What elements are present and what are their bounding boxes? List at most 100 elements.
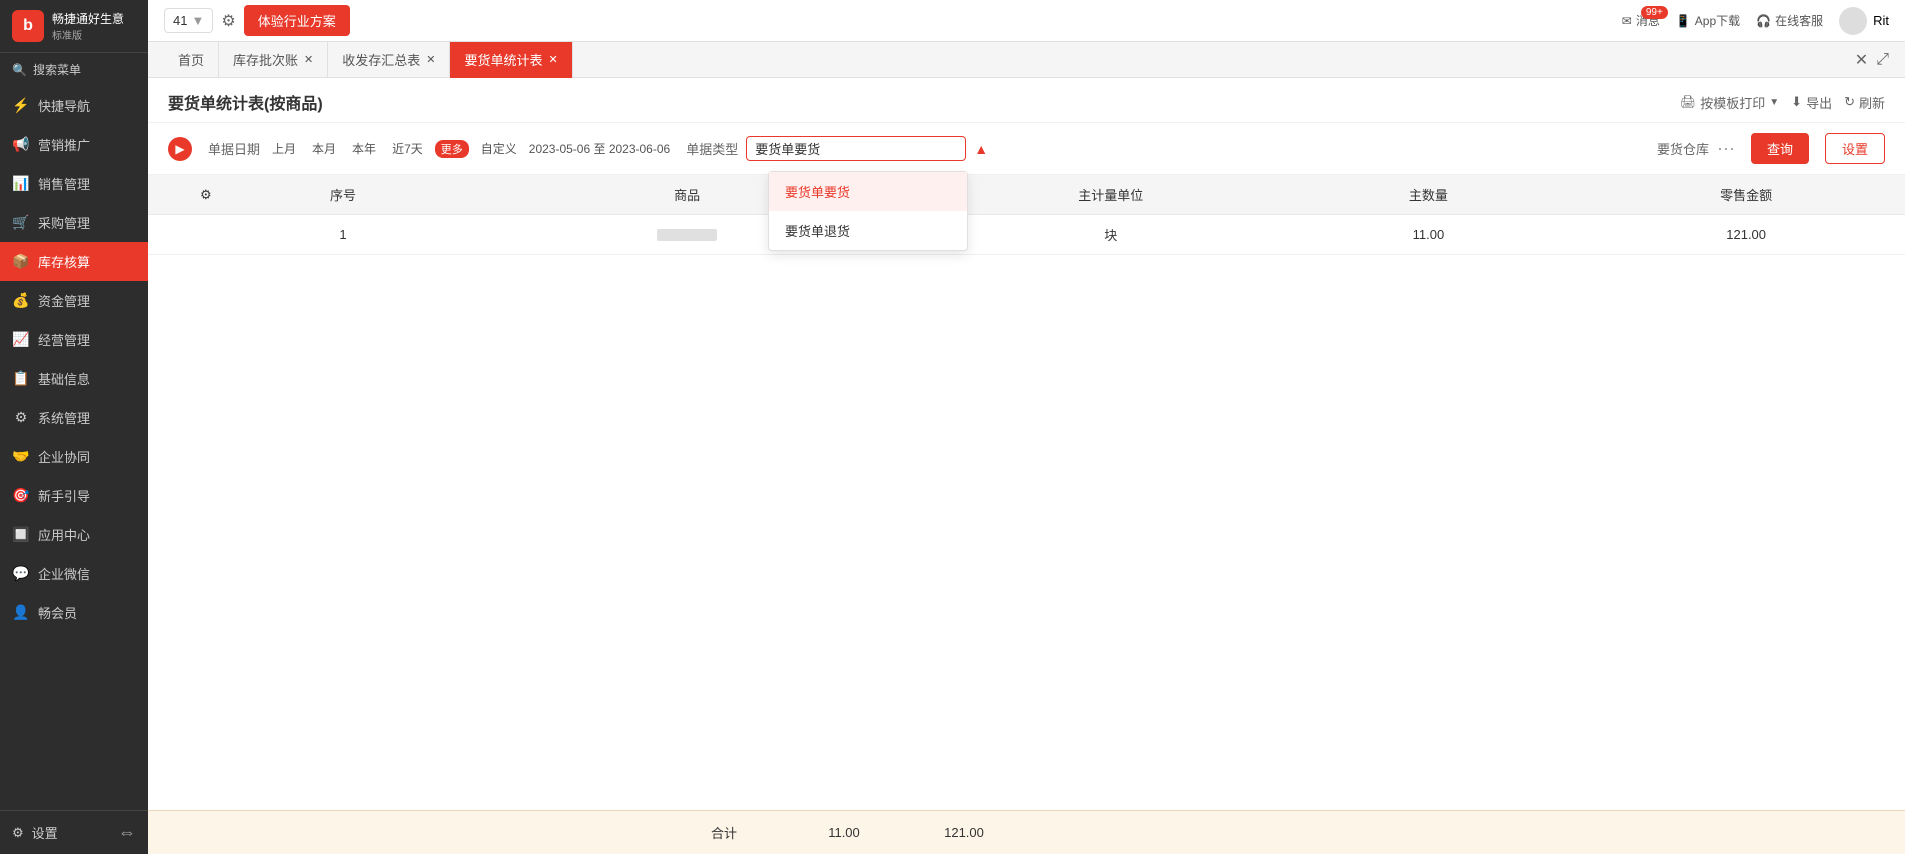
logo-text: 畅捷通好生意 标准版 xyxy=(52,10,124,42)
settings-button[interactable]: 设置 xyxy=(1825,133,1885,164)
row-qty: 11.00 xyxy=(1270,215,1588,255)
page-title: 要货单统计表(按商品) xyxy=(168,90,323,114)
sidebar-item-finance[interactable]: 💰 资金管理 xyxy=(0,281,148,320)
date-more-badge[interactable]: 更多 xyxy=(435,140,469,158)
chevron-down-icon: ▼ xyxy=(191,13,204,28)
quick-nav-icon: ⚡ xyxy=(12,97,30,115)
tab-expand-btn[interactable]: ⤢ xyxy=(1876,51,1889,69)
sidebar-item-system[interactable]: ⚙ 系统管理 xyxy=(0,398,148,437)
sidebar-item-quick-nav[interactable]: ⚡ 快捷导航 xyxy=(0,86,148,125)
page-header: 要货单统计表(按商品) 🖨 按模板打印 ▼ ⬇ 导出 ↻ 刷新 xyxy=(148,78,1905,123)
date-range-display: 2023-05-06 至 2023-06-06 xyxy=(529,140,670,157)
service-icon: 🎧 xyxy=(1756,14,1771,28)
content-area: 要货单统计表(按商品) 🖨 按模板打印 ▼ ⬇ 导出 ↻ 刷新 ▶ xyxy=(148,78,1905,854)
export-icon: ⬇ xyxy=(1791,94,1802,110)
refresh-icon: ↻ xyxy=(1844,94,1855,110)
sidebar-item-marketing[interactable]: 📢 营销推广 xyxy=(0,125,148,164)
type-dropdown: 要货单要货 要货单退货 xyxy=(768,171,968,251)
user-name: Rit xyxy=(1873,13,1889,28)
type-filter-input[interactable] xyxy=(746,136,966,161)
settings-gear-icon: ⚙ xyxy=(12,825,24,841)
print-btn[interactable]: 🖨 按模板打印 ▼ xyxy=(1680,93,1779,112)
tab-close-receive-summary[interactable]: ✕ xyxy=(426,53,435,66)
tabbar: 首页 库存批次账 ✕ 收发存汇总表 ✕ 要货单统计表 ✕ ✕ ⤢ xyxy=(148,42,1905,78)
print-chevron-icon: ▼ xyxy=(1769,97,1779,108)
sales-icon: 📊 xyxy=(12,175,30,193)
sidebar-nav: ⚡ 快捷导航 📢 营销推广 📊 销售管理 🛒 采购管理 📦 库存核算 💰 资金管… xyxy=(0,86,148,810)
store-selector[interactable]: 41 ▼ xyxy=(164,8,213,33)
tab-inventory-batch[interactable]: 库存批次账 ✕ xyxy=(219,42,328,78)
sidebar-item-sales[interactable]: 📊 销售管理 xyxy=(0,164,148,203)
sidebar-item-operations[interactable]: 📈 经营管理 xyxy=(0,320,148,359)
finance-icon: 💰 xyxy=(12,292,30,310)
dropdown-item-order-goods[interactable]: 要货单要货 xyxy=(769,172,967,211)
refresh-btn[interactable]: ↻ 刷新 xyxy=(1844,93,1885,112)
inventory-icon: 📦 xyxy=(12,253,30,271)
purchase-icon: 🛒 xyxy=(12,214,30,232)
guide-icon: 🎯 xyxy=(12,487,30,505)
dropdown-item-order-return[interactable]: 要货单退货 xyxy=(769,211,967,250)
warehouse-more-icon[interactable]: ··· xyxy=(1717,138,1735,159)
cooperation-icon: 🤝 xyxy=(12,448,30,466)
message-btn[interactable]: ✉ 消息 99+ xyxy=(1622,12,1660,29)
print-icon: 🖨 xyxy=(1680,94,1697,110)
col-qty: 主数量 xyxy=(1270,175,1588,215)
sidebar-item-inventory[interactable]: 📦 库存核算 xyxy=(0,242,148,281)
query-button[interactable]: 查询 xyxy=(1751,133,1809,164)
table-footer: 合计 11.00 121.00 xyxy=(148,810,1905,854)
trial-button[interactable]: 体验行业方案 xyxy=(244,5,350,36)
operations-icon: 📈 xyxy=(12,331,30,349)
app-download-btn[interactable]: 📱 App下载 xyxy=(1676,12,1740,29)
row-unit: 块 xyxy=(952,215,1270,255)
user-avatar xyxy=(1839,7,1867,35)
member-icon: 👤 xyxy=(12,604,30,622)
tab-home[interactable]: 首页 xyxy=(164,42,219,78)
date-this-year-btn[interactable]: 本年 xyxy=(348,138,380,159)
system-icon: ⚙ xyxy=(12,409,30,427)
row-settings-cell xyxy=(148,215,264,255)
type-filter-arrow-icon[interactable]: ▲ xyxy=(974,141,988,157)
sidebar-collapse-btn[interactable]: ⇔ xyxy=(118,822,136,843)
tabbar-actions: ✕ ⤢ xyxy=(1855,50,1889,70)
date-custom-btn[interactable]: 自定义 xyxy=(477,138,521,159)
logo-icon: b xyxy=(12,10,44,42)
tab-receive-summary[interactable]: 收发存汇总表 ✕ xyxy=(328,42,450,78)
type-filter-group: 单据类型 ▲ xyxy=(686,136,988,161)
table-header-row: ⚙ 序号 商品 主计量单位 主数量 零售金额 xyxy=(148,175,1905,215)
col-amount: 零售金额 xyxy=(1587,175,1905,215)
tab-close-all-btn[interactable]: ✕ xyxy=(1855,50,1868,70)
sidebar-item-appstore[interactable]: 🔲 应用中心 xyxy=(0,515,148,554)
date-filter-label: 单据日期 xyxy=(208,139,260,158)
type-filter-label: 单据类型 xyxy=(686,139,738,158)
date-filter-group: 单据日期 上月 本月 本年 近7天 更多 自定义 2023-05-06 至 20… xyxy=(208,138,670,159)
search-menu-item[interactable]: 🔍 搜索菜单 xyxy=(0,53,148,86)
sidebar-item-guide[interactable]: 🎯 新手引导 xyxy=(0,476,148,515)
col-settings[interactable]: ⚙ xyxy=(148,175,264,215)
sidebar-item-purchase[interactable]: 🛒 采购管理 xyxy=(0,203,148,242)
sidebar-item-cooperation[interactable]: 🤝 企业协同 xyxy=(0,437,148,476)
export-btn[interactable]: ⬇ 导出 xyxy=(1791,93,1832,112)
topbar-settings-icon[interactable]: ⚙ xyxy=(221,11,235,31)
user-area[interactable]: Rit xyxy=(1839,7,1889,35)
marketing-icon: 📢 xyxy=(12,136,30,154)
warehouse-filter-label: 要货仓库 xyxy=(1657,139,1709,158)
sidebar-item-member[interactable]: 👤 畅会员 xyxy=(0,593,148,632)
online-service-btn[interactable]: 🎧 在线客服 xyxy=(1756,12,1823,29)
date-7days-btn[interactable]: 近7天 xyxy=(388,138,427,159)
page-actions: 🖨 按模板打印 ▼ ⬇ 导出 ↻ 刷新 xyxy=(1680,93,1885,112)
tab-order-summary[interactable]: 要货单统计表 ✕ xyxy=(450,42,572,78)
date-last-month-btn[interactable]: 上月 xyxy=(268,138,300,159)
row-seq: 1 xyxy=(264,215,423,255)
sidebar-settings-btn[interactable]: ⚙ 设置 xyxy=(12,819,118,846)
sidebar-item-wechat[interactable]: 💬 企业微信 xyxy=(0,554,148,593)
filter-expand-btn[interactable]: ▶ xyxy=(168,137,192,161)
tab-close-inventory-batch[interactable]: ✕ xyxy=(304,53,313,66)
data-table: ⚙ 序号 商品 主计量单位 主数量 零售金额 1 xyxy=(148,175,1905,255)
wechat-icon: 💬 xyxy=(12,565,30,583)
sidebar-item-basics[interactable]: 📋 基础信息 xyxy=(0,359,148,398)
tab-close-order-summary[interactable]: ✕ xyxy=(549,53,558,66)
table-container: ⚙ 序号 商品 主计量单位 主数量 零售金额 1 xyxy=(148,175,1905,810)
row-amount: 121.00 xyxy=(1587,215,1905,255)
logo-area: b 畅捷通好生意 标准版 xyxy=(0,0,148,53)
date-this-month-btn[interactable]: 本月 xyxy=(308,138,340,159)
